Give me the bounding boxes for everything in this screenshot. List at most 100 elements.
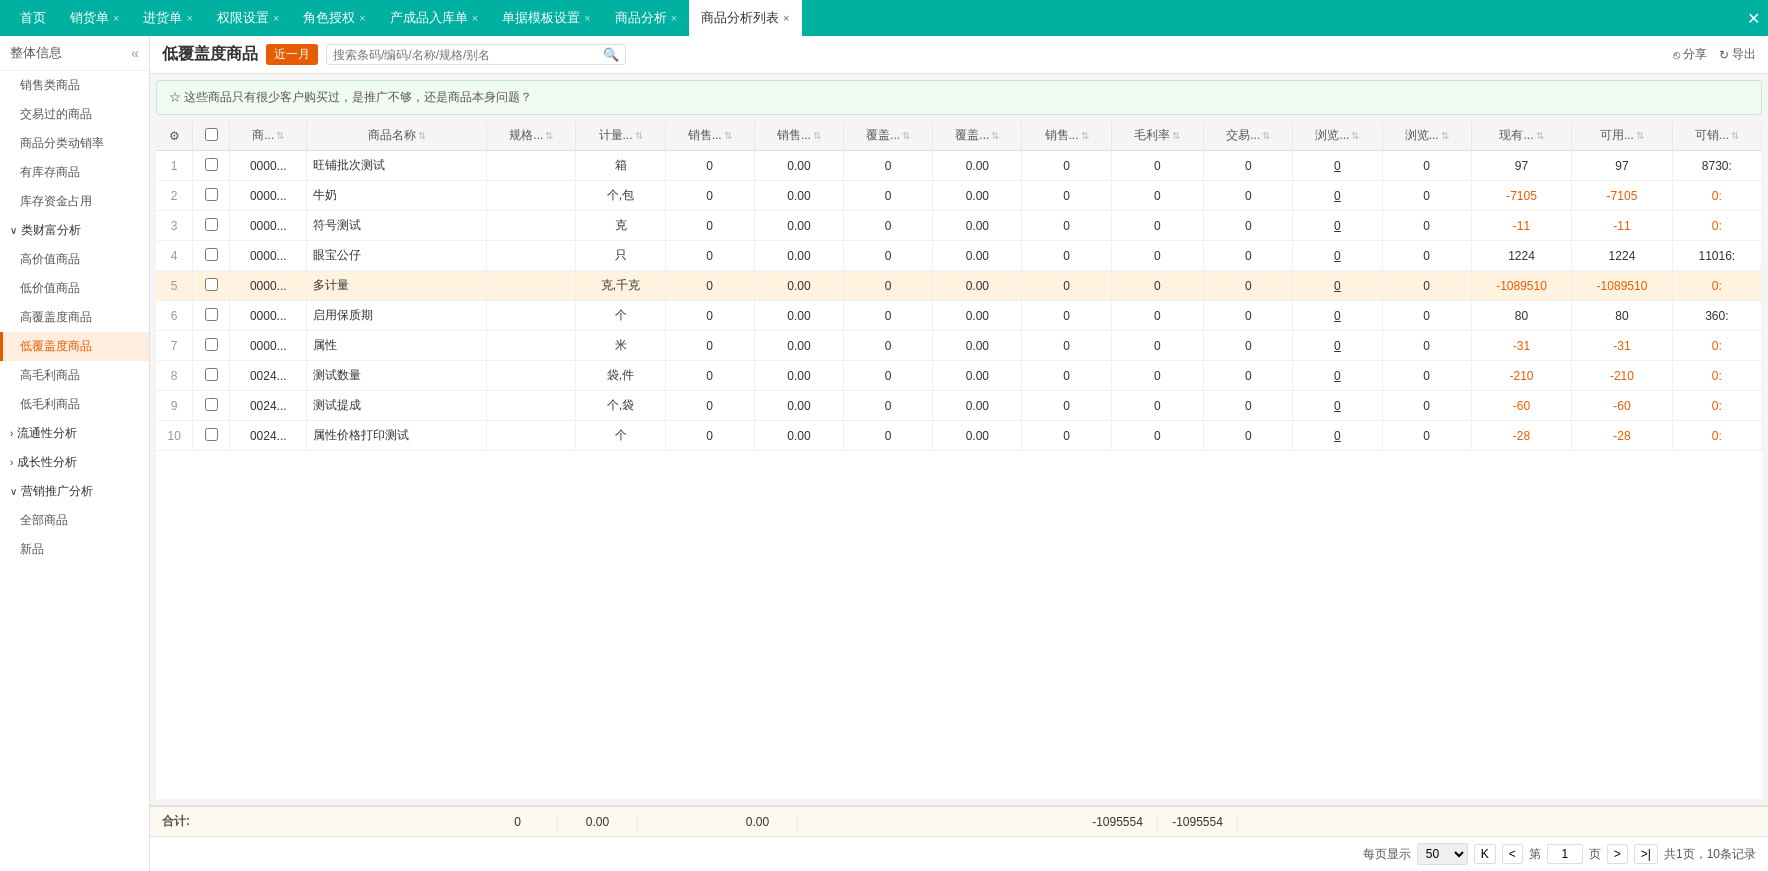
period-button[interactable]: 近一月 <box>266 44 318 65</box>
col-browse1[interactable]: 浏览...⇅ <box>1293 121 1382 151</box>
per-page-select[interactable]: 50 100 200 <box>1417 843 1468 865</box>
col-name[interactable]: 商品名称⇅ <box>307 121 487 151</box>
row-name[interactable]: 属性 <box>307 331 487 361</box>
sidebar-section-flow[interactable]: › 流通性分析 <box>0 419 149 448</box>
sidebar-item-high-value[interactable]: 高价值商品 <box>0 245 149 274</box>
row-checkbox[interactable] <box>193 241 230 271</box>
col-profit[interactable]: 毛利率⇅ <box>1111 121 1204 151</box>
row-select-checkbox[interactable] <box>205 188 218 201</box>
row-browse1[interactable]: 0 <box>1293 421 1382 451</box>
row-select-checkbox[interactable] <box>205 398 218 411</box>
row-checkbox[interactable] <box>193 421 230 451</box>
sidebar-section-growth[interactable]: › 成长性分析 <box>0 448 149 477</box>
data-table-container[interactable]: ⚙ 商...⇅ 商品名称⇅ 规格...⇅ 计量...⇅ 销售...⇅ 销售...… <box>156 121 1762 799</box>
row-checkbox[interactable] <box>193 391 230 421</box>
row-select-checkbox[interactable] <box>205 158 218 171</box>
col-current[interactable]: 现有...⇅ <box>1471 121 1571 151</box>
close-icon[interactable]: × <box>783 12 789 24</box>
sidebar-item-inventory-capital[interactable]: 库存资金占用 <box>0 187 149 216</box>
page-input[interactable] <box>1547 844 1583 864</box>
sidebar-item-sales-goods[interactable]: 销售类商品 <box>0 71 149 100</box>
nav-tab-product-analysis-list[interactable]: 商品分析列表 × <box>689 0 801 36</box>
nav-tab-sales[interactable]: 销货单 × <box>58 0 131 36</box>
row-select-checkbox[interactable] <box>205 308 218 321</box>
close-icon[interactable]: × <box>113 12 119 24</box>
row-browse1[interactable]: 0 <box>1293 331 1382 361</box>
row-browse1[interactable]: 0 <box>1293 271 1382 301</box>
nav-tab-product-analysis[interactable]: 商品分析 × <box>603 0 689 36</box>
prev-page-button[interactable]: < <box>1502 844 1523 864</box>
row-select-checkbox[interactable] <box>205 248 218 261</box>
sidebar-item-high-coverage[interactable]: 高覆盖度商品 <box>0 303 149 332</box>
nav-tab-product-in[interactable]: 产成品入库单 × <box>378 0 490 36</box>
row-name[interactable]: 多计量 <box>307 271 487 301</box>
row-name[interactable]: 眼宝公仔 <box>307 241 487 271</box>
col-spec[interactable]: 规格...⇅ <box>487 121 576 151</box>
col-cover2[interactable]: 覆盖...⇅ <box>933 121 1022 151</box>
row-checkbox[interactable] <box>193 181 230 211</box>
sidebar-section-wealth[interactable]: ∨ 类财富分析 <box>0 216 149 245</box>
nav-tab-purchase[interactable]: 进货单 × <box>131 0 204 36</box>
nav-tab-permissions[interactable]: 权限设置 × <box>205 0 291 36</box>
export-button[interactable]: ↻ 导出 <box>1719 46 1756 63</box>
sidebar-item-low-value[interactable]: 低价值商品 <box>0 274 149 303</box>
row-browse1[interactable]: 0 <box>1293 301 1382 331</box>
sidebar-item-in-stock[interactable]: 有库存商品 <box>0 158 149 187</box>
nav-tab-home[interactable]: 首页 <box>8 0 58 36</box>
col-sales2[interactable]: 销售...⇅ <box>754 121 843 151</box>
row-select-checkbox[interactable] <box>205 338 218 351</box>
close-icon[interactable]: × <box>671 12 677 24</box>
col-browse2[interactable]: 浏览...⇅ <box>1382 121 1471 151</box>
col-sales1[interactable]: 销售...⇅ <box>665 121 754 151</box>
row-browse1[interactable]: 0 <box>1293 211 1382 241</box>
col-saleable[interactable]: 可销...⇅ <box>1672 121 1761 151</box>
row-name[interactable]: 测试提成 <box>307 391 487 421</box>
nav-close-all-button[interactable]: ✕ <box>1747 9 1760 28</box>
close-icon[interactable]: × <box>584 12 590 24</box>
close-icon[interactable]: × <box>472 12 478 24</box>
sidebar-item-traded-goods[interactable]: 交易过的商品 <box>0 100 149 129</box>
row-name[interactable]: 符号测试 <box>307 211 487 241</box>
row-checkbox[interactable] <box>193 151 230 181</box>
row-name[interactable]: 属性价格打印测试 <box>307 421 487 451</box>
sidebar-item-high-profit[interactable]: 高毛利商品 <box>0 361 149 390</box>
row-browse1[interactable]: 0 <box>1293 181 1382 211</box>
row-name[interactable]: 旺铺批次测试 <box>307 151 487 181</box>
sidebar-header[interactable]: 整体信息 « <box>0 36 149 71</box>
row-select-checkbox[interactable] <box>205 278 218 291</box>
sidebar-item-category-rate[interactable]: 商品分类动销率 <box>0 129 149 158</box>
sidebar-item-all-goods[interactable]: 全部商品 <box>0 506 149 535</box>
first-page-button[interactable]: K <box>1474 844 1496 864</box>
row-checkbox[interactable] <box>193 361 230 391</box>
col-trade[interactable]: 交易...⇅ <box>1204 121 1293 151</box>
row-name[interactable]: 启用保质期 <box>307 301 487 331</box>
col-available[interactable]: 可用...⇅ <box>1572 121 1672 151</box>
col-cover1[interactable]: 覆盖...⇅ <box>844 121 933 151</box>
row-checkbox[interactable] <box>193 331 230 361</box>
col-unit[interactable]: 计量...⇅ <box>576 121 665 151</box>
row-checkbox[interactable] <box>193 301 230 331</box>
sidebar-item-new-goods[interactable]: 新品 <box>0 535 149 564</box>
row-browse1[interactable]: 0 <box>1293 241 1382 271</box>
col-checkbox[interactable] <box>193 121 230 151</box>
select-all-checkbox[interactable] <box>205 128 218 141</box>
row-browse1[interactable]: 0 <box>1293 361 1382 391</box>
nav-tab-template[interactable]: 单据模板设置 × <box>490 0 602 36</box>
row-select-checkbox[interactable] <box>205 218 218 231</box>
row-checkbox[interactable] <box>193 211 230 241</box>
search-input[interactable] <box>333 48 603 62</box>
sidebar-collapse-icon[interactable]: « <box>131 45 139 61</box>
nav-tab-role[interactable]: 角色授权 × <box>291 0 377 36</box>
sidebar-item-low-profit[interactable]: 低毛利商品 <box>0 390 149 419</box>
row-checkbox[interactable] <box>193 271 230 301</box>
close-icon[interactable]: × <box>359 12 365 24</box>
col-settings[interactable]: ⚙ <box>156 121 193 151</box>
close-icon[interactable]: × <box>186 12 192 24</box>
row-select-checkbox[interactable] <box>205 428 218 441</box>
share-button[interactable]: ⎋ 分享 <box>1673 46 1707 63</box>
row-name[interactable]: 牛奶 <box>307 181 487 211</box>
sidebar-section-marketing[interactable]: ∨ 营销推广分析 <box>0 477 149 506</box>
last-page-button[interactable]: >| <box>1634 844 1658 864</box>
row-browse1[interactable]: 0 <box>1293 151 1382 181</box>
row-select-checkbox[interactable] <box>205 368 218 381</box>
